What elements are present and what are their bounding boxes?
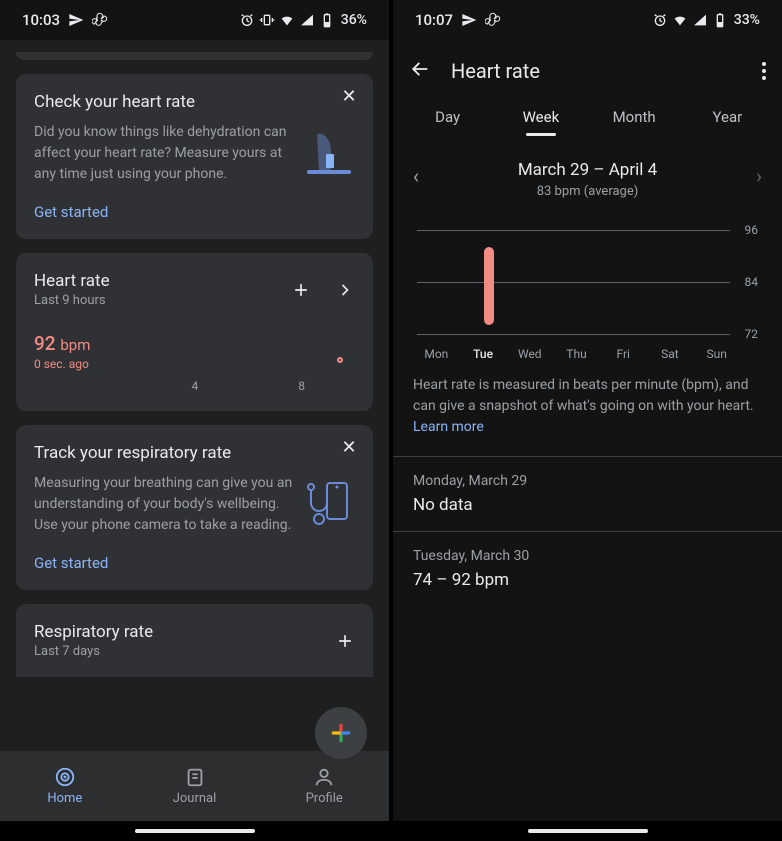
date-range: March 29 – April 4	[518, 160, 657, 180]
nav-journal[interactable]: Journal	[130, 766, 260, 806]
gesture-bar[interactable]	[393, 821, 782, 841]
battery-icon	[712, 12, 728, 28]
avg-text: 83 bpm (average)	[518, 184, 657, 199]
status-time: 10:07	[415, 11, 453, 29]
finger-phone-illustration	[297, 124, 357, 184]
nav-profile[interactable]: Profile	[259, 766, 389, 806]
heart-rate-promo-card: ✕ Check your heart rate Did you know thi…	[16, 74, 373, 239]
vibrate-icon	[259, 12, 275, 28]
tab-month[interactable]: Month	[588, 98, 681, 136]
plus-icon[interactable]	[335, 631, 355, 651]
close-icon[interactable]: ✕	[339, 439, 359, 459]
respiratory-promo-card: ✕ Track your respiratory rate Measuring …	[16, 425, 373, 590]
signal-icon	[299, 12, 315, 28]
chevron-right-icon[interactable]	[335, 280, 355, 300]
day-value: No data	[413, 495, 762, 515]
screen-home: 10:03 36% ✕ Check your heart rate Did yo…	[0, 0, 389, 841]
status-battery: 36%	[341, 12, 367, 28]
resp-promo-title: Track your respiratory rate	[34, 443, 355, 463]
home-icon	[54, 766, 76, 788]
page-title: Heart rate	[451, 59, 742, 83]
fan-icon	[92, 12, 108, 28]
hr-sparkline-dot	[337, 357, 343, 363]
battery-icon	[319, 12, 335, 28]
hr-promo-desc: Did you know things like dehydration can…	[34, 122, 294, 185]
bottom-nav: Home Journal Profile	[0, 751, 389, 821]
chart-bar-tue	[484, 247, 494, 325]
prev-week-button[interactable]: ‹	[413, 164, 419, 188]
send-icon	[461, 12, 477, 28]
header: Heart rate	[393, 40, 782, 98]
day-value: 74 – 92 bpm	[413, 570, 762, 590]
profile-icon	[313, 766, 335, 788]
alarm-icon	[652, 12, 668, 28]
x-axis: Mon Tue Wed Thu Fri Sat Sun	[413, 347, 762, 361]
y-tick: 72	[745, 327, 759, 341]
day-entry-tuesday[interactable]: Tuesday, March 30 74 – 92 bpm	[393, 532, 782, 606]
day-label: Monday, March 29	[413, 473, 762, 489]
y-tick: 84	[745, 275, 759, 289]
wifi-icon	[672, 12, 688, 28]
nav-home[interactable]: Home	[0, 766, 130, 806]
more-menu-button[interactable]	[762, 62, 766, 80]
tab-year[interactable]: Year	[681, 98, 774, 136]
hr-tile-title: Heart rate	[34, 271, 110, 291]
get-started-button[interactable]: Get started	[34, 554, 108, 572]
get-started-button[interactable]: Get started	[34, 203, 108, 221]
journal-icon	[184, 766, 206, 788]
google-plus-icon	[328, 720, 354, 746]
hr-tile-subtitle: Last 9 hours	[34, 293, 110, 308]
status-bar: 10:07 33%	[393, 0, 782, 40]
arrow-left-icon	[409, 58, 431, 80]
stethoscope-phone-illustration	[297, 475, 357, 535]
plus-icon[interactable]	[291, 280, 311, 300]
learn-more-link[interactable]: Learn more	[413, 419, 484, 435]
y-tick: 96	[745, 223, 759, 237]
back-button[interactable]	[409, 58, 431, 84]
hr-value: 92 bpm	[34, 332, 355, 355]
alarm-icon	[239, 12, 255, 28]
time-range-tabs: Day Week Month Year	[393, 98, 782, 136]
day-entry-monday[interactable]: Monday, March 29 No data	[393, 457, 782, 531]
signal-icon	[692, 12, 708, 28]
respiratory-tile[interactable]: Respiratory rate Last 7 days	[16, 604, 373, 677]
resp-promo-desc: Measuring your breathing can give you an…	[34, 473, 294, 536]
hr-timestamp: 0 sec. ago	[34, 357, 355, 371]
resp-tile-subtitle: Last 7 days	[34, 644, 153, 659]
resp-tile-title: Respiratory rate	[34, 622, 153, 642]
day-label: Tuesday, March 30	[413, 548, 762, 564]
heart-rate-tile[interactable]: Heart rate Last 9 hours 92 bpm 0 sec. ag…	[16, 253, 373, 411]
screen-heart-rate-detail: 10:07 33% Heart rate Day Week Month Year…	[393, 0, 782, 841]
fab-add-button[interactable]	[315, 707, 367, 759]
fan-icon	[485, 12, 501, 28]
home-content: ✕ Check your heart rate Did you know thi…	[0, 40, 389, 751]
info-text: Heart rate is measured in beats per minu…	[393, 371, 782, 456]
hr-promo-title: Check your heart rate	[34, 92, 355, 112]
close-icon[interactable]: ✕	[339, 88, 359, 108]
status-bar: 10:03 36%	[0, 0, 389, 40]
previous-card-sliver	[16, 52, 373, 60]
tab-week[interactable]: Week	[494, 98, 587, 136]
status-battery: 33%	[734, 12, 760, 28]
tab-day[interactable]: Day	[401, 98, 494, 136]
hr-axis-ticks: 4 8	[34, 379, 355, 393]
chart-area: ‹ March 29 – April 4 83 bpm (average) › …	[393, 136, 782, 371]
heart-rate-chart: 96 84 72	[417, 217, 752, 347]
status-time: 10:03	[22, 11, 60, 29]
next-week-button[interactable]: ›	[756, 164, 762, 188]
wifi-icon	[279, 12, 295, 28]
gesture-bar[interactable]	[0, 821, 389, 841]
send-icon	[68, 12, 84, 28]
